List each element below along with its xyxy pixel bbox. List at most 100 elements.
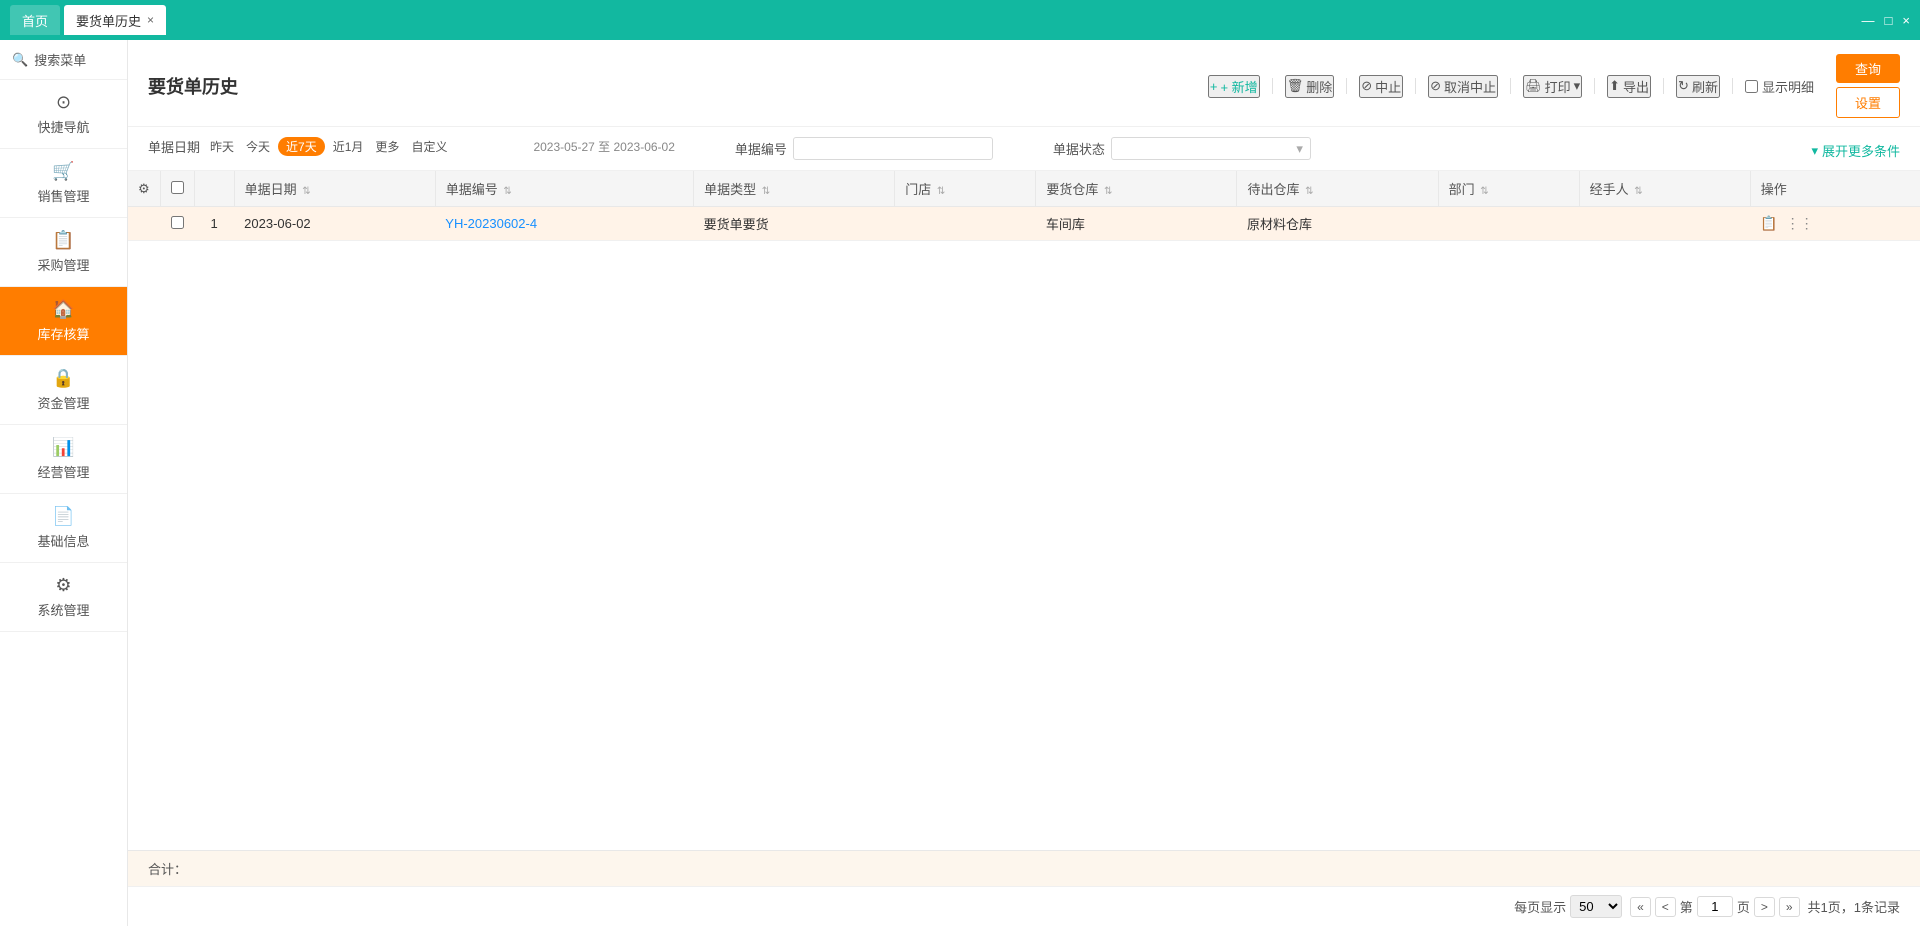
sidebar-item-base-info[interactable]: 📄 基础信息 <box>0 494 127 563</box>
row-handler-cell <box>1579 207 1750 241</box>
col-bill-type[interactable]: 单据类型 ⇅ <box>694 171 895 207</box>
stop-button[interactable]: ⊘ 中止 <box>1359 75 1403 98</box>
shortcut-1month[interactable]: 近1月 <box>329 137 368 156</box>
col-action: 操作 <box>1750 171 1920 207</box>
more-icon[interactable]: ⋮⋮ <box>1786 215 1814 232</box>
sidebar-item-inventory[interactable]: 🏠 库存核算 <box>0 287 127 356</box>
summary-label: 合计： <box>148 859 187 878</box>
sidebar-item-quick-nav[interactable]: ⊙ 快捷导航 <box>0 80 127 149</box>
row-pending-warehouse-cell: 原材料仓库 <box>1237 207 1438 241</box>
shortcut-more[interactable]: 更多 <box>371 137 403 156</box>
sort-billno-icon: ⇅ <box>503 186 511 197</box>
sidebar-search[interactable]: 🔍 搜索菜单 <box>0 40 127 80</box>
col-store[interactable]: 门店 ⇅ <box>895 171 1036 207</box>
inventory-icon: 🏠 <box>52 299 74 320</box>
export-button[interactable]: ⬆ 导出 <box>1607 75 1651 98</box>
settings-button[interactable]: 设置 <box>1836 87 1900 118</box>
refresh-button[interactable]: ↻ 刷新 <box>1676 75 1720 98</box>
per-page-select[interactable]: 20 50 100 <box>1570 895 1622 918</box>
date-filter-label: 单据日期 <box>148 137 200 156</box>
col-date-label: 单据日期 <box>245 182 297 197</box>
new-label: + 新增 <box>1220 77 1257 96</box>
select-all-checkbox[interactable] <box>171 181 184 194</box>
close-tab-icon[interactable]: × <box>147 13 154 27</box>
row-bill-no-link[interactable]: YH-20230602-4 <box>445 216 537 231</box>
bill-number-input[interactable] <box>793 137 993 160</box>
main-layout: 🔍 搜索菜单 ⊙ 快捷导航 🛒 销售管理 📋 采购管理 🏠 库存核算 🔒 资金管… <box>0 40 1920 926</box>
sidebar-item-system[interactable]: ⚙ 系统管理 <box>0 563 127 632</box>
row-bill-type-cell: 要货单要货 <box>694 207 895 241</box>
page-title: 要货单历史 <box>148 73 238 99</box>
sort-reqwarehouse-icon: ⇅ <box>1104 186 1112 197</box>
display-detail-checkbox[interactable] <box>1745 80 1758 93</box>
query-button[interactable]: 查询 <box>1836 54 1900 83</box>
new-button[interactable]: + + 新增 <box>1208 75 1260 98</box>
table-header-row: ⚙ 单据日期 ⇅ 单据编号 ⇅ <box>128 171 1920 207</box>
shortcut-today[interactable]: 今天 <box>242 137 274 156</box>
row-checkbox[interactable] <box>171 216 184 229</box>
col-req-warehouse[interactable]: 要货仓库 ⇅ <box>1036 171 1237 207</box>
minimize-icon[interactable]: — <box>1862 13 1875 28</box>
divider-6 <box>1663 78 1664 94</box>
operations-icon: 📊 <box>52 437 74 458</box>
last-page-btn[interactable]: » <box>1779 897 1800 917</box>
col-department-label: 部门 <box>1449 182 1475 197</box>
stop-icon: ⊘ <box>1361 78 1372 94</box>
cancel-stop-button[interactable]: ⊘ 取消中止 <box>1428 75 1498 98</box>
sidebar-item-label: 快捷导航 <box>37 117 89 136</box>
col-date[interactable]: 单据日期 ⇅ <box>234 171 435 207</box>
page-input[interactable] <box>1697 896 1733 917</box>
date-range-display: 2023-05-27 至 2023-06-02 <box>533 138 674 155</box>
prev-page-btn[interactable]: < <box>1655 897 1676 917</box>
quick-nav-icon: ⊙ <box>56 92 71 113</box>
col-pending-warehouse[interactable]: 待出仓库 ⇅ <box>1237 171 1438 207</box>
bill-number-label: 单据编号 <box>735 139 787 158</box>
shortcut-7days[interactable]: 近7天 <box>278 137 325 156</box>
status-select[interactable] <box>1111 137 1311 160</box>
export-icon: ⬆ <box>1609 78 1620 94</box>
print-button[interactable]: 🖨 打印 ▾ <box>1523 75 1582 98</box>
delete-button[interactable]: 🗑 删除 <box>1285 75 1335 98</box>
tab-home-label: 首页 <box>22 11 48 30</box>
row-store-cell <box>895 207 1036 241</box>
sidebar-item-label: 资金管理 <box>37 393 89 412</box>
sidebar-item-purchase[interactable]: 📋 采购管理 <box>0 218 127 287</box>
row-req-warehouse-cell: 车间库 <box>1036 207 1237 241</box>
date-shortcuts: 昨天 今天 近7天 近1月 更多 自定义 <box>206 137 451 156</box>
shortcut-yesterday[interactable]: 昨天 <box>206 137 238 156</box>
status-select-wrapper: ▾ <box>1111 137 1311 160</box>
per-page-group: 每页显示 20 50 100 <box>1514 895 1622 918</box>
finance-icon: 🔒 <box>52 368 74 389</box>
col-bill-no[interactable]: 单据编号 ⇅ <box>435 171 693 207</box>
row-checkbox-cell <box>160 207 194 241</box>
expand-label: 展开更多条件 <box>1822 141 1900 160</box>
base-info-icon: 📄 <box>52 506 74 527</box>
sort-billtype-icon: ⇅ <box>762 186 770 197</box>
col-settings[interactable]: ⚙ <box>128 171 160 207</box>
sort-pendingwarehouse-icon: ⇅ <box>1305 186 1313 197</box>
action-icons: 📋 ⋮⋮ <box>1760 215 1910 232</box>
sidebar-item-finance[interactable]: 🔒 资金管理 <box>0 356 127 425</box>
new-icon: + <box>1210 79 1218 94</box>
shortcut-custom[interactable]: 自定义 <box>407 137 451 156</box>
sidebar-item-sales[interactable]: 🛒 销售管理 <box>0 149 127 218</box>
sort-store-icon: ⇅ <box>937 186 945 197</box>
window-close-icon[interactable]: × <box>1902 13 1910 28</box>
table-row: 1 2023-06-02 YH-20230602-4 要货单要货 车间库 原材料… <box>128 207 1920 241</box>
edit-icon[interactable]: 📋 <box>1760 215 1777 232</box>
tab-home[interactable]: 首页 <box>10 5 60 35</box>
tab-active[interactable]: 要货单历史 × <box>64 5 166 35</box>
col-department[interactable]: 部门 ⇅ <box>1438 171 1579 207</box>
row-num-cell: 1 <box>194 207 234 241</box>
display-detail-toggle[interactable]: 显示明细 <box>1745 77 1814 96</box>
next-page-btn[interactable]: > <box>1754 897 1775 917</box>
expand-more-btn[interactable]: ▾ 展开更多条件 <box>1811 141 1900 160</box>
sidebar-item-operations[interactable]: 📊 经营管理 <box>0 425 127 494</box>
export-label: 导出 <box>1623 77 1649 96</box>
divider-5 <box>1594 78 1595 94</box>
first-page-btn[interactable]: « <box>1630 897 1651 917</box>
maximize-icon[interactable]: □ <box>1885 13 1893 28</box>
total-info: 共1页，1条记录 <box>1808 897 1900 916</box>
cancel-stop-label: 取消中止 <box>1444 77 1496 96</box>
col-handler[interactable]: 经手人 ⇅ <box>1579 171 1750 207</box>
